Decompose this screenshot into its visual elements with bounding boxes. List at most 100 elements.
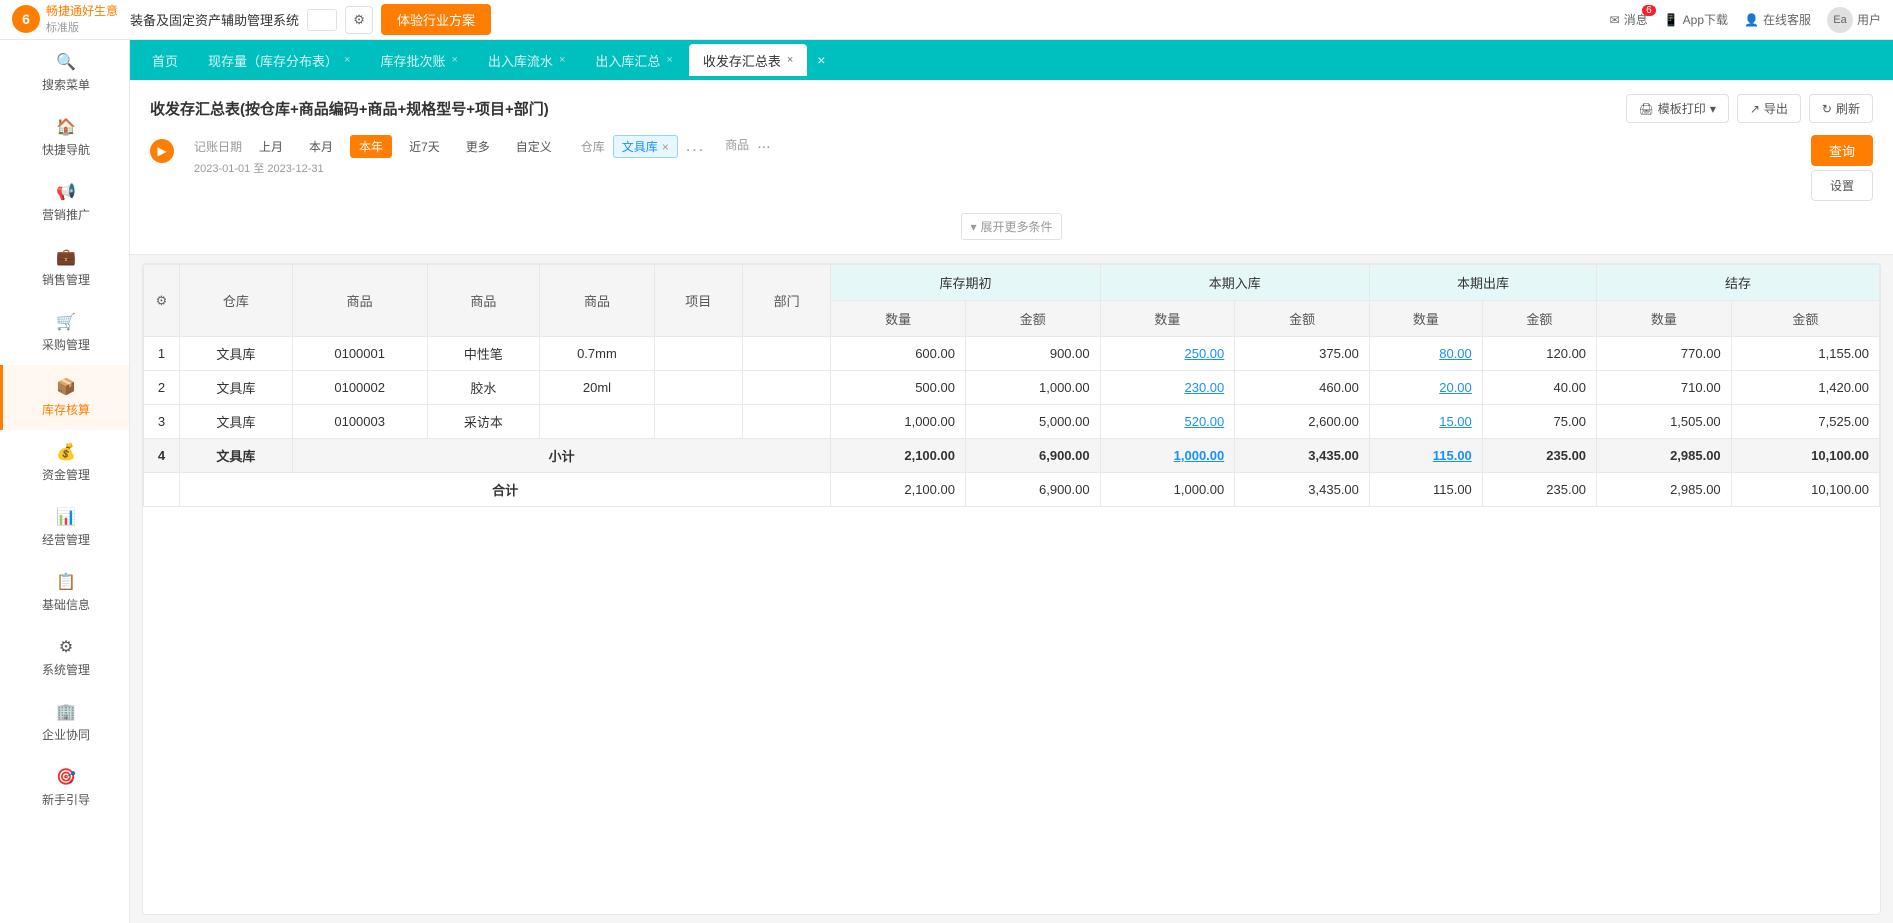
newbie-icon: 🎯: [56, 767, 76, 787]
row-opening-qty: 1,000.00: [831, 405, 966, 439]
col-out-amt-header: 金额: [1482, 301, 1596, 337]
sidebar-item-basic[interactable]: 📋 基础信息: [0, 560, 129, 625]
tab-inout-flow-close[interactable]: ×: [559, 54, 565, 66]
warehouse-more-dots[interactable]: ...: [686, 138, 705, 156]
brand-name: 畅捷通好生意: [46, 4, 118, 18]
total-out-qty: 115.00: [1369, 473, 1482, 507]
query-button[interactable]: 查询: [1811, 135, 1873, 166]
in-qty-link[interactable]: 520.00: [1184, 414, 1224, 429]
row-in-amt: 2,600.00: [1235, 405, 1370, 439]
chevron-down-icon: ▾: [1710, 102, 1716, 116]
sidebar-item-enterprise[interactable]: 🏢 企业协同: [0, 690, 129, 755]
sidebar-item-purchase[interactable]: 🛒 采购管理: [0, 300, 129, 365]
sidebar-item-quicknav[interactable]: 🏠 快捷导航: [0, 105, 129, 170]
sidebar-item-operation[interactable]: 📊 经营管理: [0, 495, 129, 560]
tab-inout-summary-close[interactable]: ×: [666, 54, 672, 66]
out-qty-link[interactable]: 20.00: [1439, 380, 1472, 395]
refresh-icon: ↻: [1822, 102, 1832, 116]
filter-custom[interactable]: 自定义: [507, 135, 561, 158]
filter-more[interactable]: 更多: [457, 135, 499, 158]
filter-7days[interactable]: 近7天: [400, 135, 449, 158]
row-warehouse: 文具库: [180, 337, 293, 371]
query-actions: 查询 设置: [1811, 135, 1873, 201]
in-qty-link[interactable]: 250.00: [1184, 346, 1224, 361]
col-in-amt-header: 金额: [1235, 301, 1370, 337]
subtotal-closing-qty: 2,985.00: [1597, 439, 1732, 473]
tab-inout-flow[interactable]: 出入库流水 ×: [474, 44, 579, 76]
sidebar-label-operation: 经营管理: [42, 531, 90, 548]
top-settings-button[interactable]: ⚙: [345, 6, 373, 34]
sidebar-item-finance[interactable]: 💰 资金管理: [0, 430, 129, 495]
row-no: 1: [144, 337, 180, 371]
tab-inout-summary-label: 出入库汇总: [595, 51, 660, 70]
filter-warehouse-section: 仓库 文具库 × ...: [581, 135, 705, 158]
col-out-qty-header: 数量: [1369, 301, 1482, 337]
sidebar-item-search[interactable]: 🔍 搜索菜单: [0, 40, 129, 105]
page-title-row: 收发存汇总表(按仓库+商品编码+商品+规格型号+项目+部门) 🖨 模板打印 ▾ …: [150, 94, 1873, 123]
filter-toggle[interactable]: ▶: [150, 139, 174, 163]
trial-button[interactable]: 体验行业方案: [381, 4, 491, 35]
row-out-qty: 15.00: [1369, 405, 1482, 439]
sidebar-item-sales[interactable]: 💼 销售管理: [0, 235, 129, 300]
subtotal-out-qty-link[interactable]: 115.00: [1433, 448, 1472, 463]
row-closing-qty: 770.00: [1597, 337, 1732, 371]
sidebar-item-system[interactable]: ⚙ 系统管理: [0, 625, 129, 690]
row-no: 2: [144, 371, 180, 405]
app-download-label: App下载: [1683, 11, 1728, 28]
sidebar-item-newbie[interactable]: 🎯 新手引导: [0, 755, 129, 820]
warehouse-tag[interactable]: 文具库 ×: [613, 135, 678, 158]
expand-more-button[interactable]: ▾ 展开更多条件: [961, 213, 1061, 240]
row-product-spec: 0.7mm: [540, 337, 654, 371]
table-row: 1 文具库 0100001 中性笔 0.7mm 600.00 900.00 25…: [144, 337, 1880, 371]
row-product-name: 胶水: [427, 371, 540, 405]
sidebar-label-inventory: 库存核算: [42, 401, 90, 418]
col-product-name-header: 商品: [427, 265, 540, 337]
total-opening-qty: 2,100.00: [831, 473, 966, 507]
subtotal-in-qty-link[interactable]: 1,000.00: [1174, 448, 1225, 463]
system-select[interactable]: [307, 9, 337, 31]
tab-home[interactable]: 首页: [138, 44, 192, 76]
set-button[interactable]: 设置: [1811, 170, 1873, 201]
subtotal-out-amt: 235.00: [1482, 439, 1596, 473]
out-qty-link[interactable]: 80.00: [1439, 346, 1472, 361]
filter-date-section: 记账日期 上月 本月 本年 近7天 更多 自定义 2023-01-01 至 20…: [194, 135, 561, 176]
top-bar: 6 畅捷通好生意 标准版 装备及固定资产辅助管理系统 ⚙ 体验行业方案 ✉ 消息…: [0, 0, 1893, 40]
finance-icon: 💰: [56, 442, 76, 462]
product-more-dots[interactable]: ...: [757, 135, 770, 153]
row-opening-amt: 1,000.00: [965, 371, 1100, 405]
sidebar-item-inventory[interactable]: 📦 库存核算: [0, 365, 129, 430]
filter-this-month[interactable]: 本月: [300, 135, 342, 158]
tab-recv-summary[interactable]: 收发存汇总表 ×: [689, 44, 807, 76]
tab-stock-dist[interactable]: 现存量（库存分布表） ×: [194, 44, 364, 76]
out-qty-link[interactable]: 15.00: [1439, 414, 1472, 429]
tab-stock-dist-close[interactable]: ×: [344, 54, 350, 66]
purchase-icon: 🛒: [56, 312, 76, 332]
warehouse-tag-close[interactable]: ×: [662, 140, 669, 154]
tab-inout-summary[interactable]: 出入库汇总 ×: [581, 44, 686, 76]
tab-recv-summary-close[interactable]: ×: [787, 54, 793, 66]
main-layout: 🔍 搜索菜单 🏠 快捷导航 📢 营销推广 💼 销售管理 🛒 采购管理 📦 库存核…: [0, 40, 1893, 923]
brand-info: 畅捷通好生意 标准版: [46, 4, 118, 34]
total-out-amt: 235.00: [1482, 473, 1596, 507]
row-in-qty: 520.00: [1100, 405, 1235, 439]
in-qty-link[interactable]: 230.00: [1184, 380, 1224, 395]
tab-batch[interactable]: 库存批次账 ×: [366, 44, 471, 76]
table-settings-icon[interactable]: ⚙: [156, 293, 168, 308]
messages-button[interactable]: ✉ 消息 6: [1610, 11, 1648, 28]
online-service-button[interactable]: 👤 在线客服: [1744, 11, 1811, 28]
print-button[interactable]: 🖨 模板打印 ▾: [1626, 94, 1729, 123]
sidebar-label-system: 系统管理: [42, 661, 90, 678]
filter-this-year[interactable]: 本年: [350, 135, 392, 158]
sidebar-label-sales: 销售管理: [42, 271, 90, 288]
tab-batch-close[interactable]: ×: [451, 54, 457, 66]
export-button[interactable]: ↗ 导出: [1737, 94, 1801, 123]
refresh-button[interactable]: ↻ 刷新: [1809, 94, 1873, 123]
app-download-button[interactable]: 📱 App下载: [1664, 11, 1728, 28]
sidebar-item-marketing[interactable]: 📢 营销推广: [0, 170, 129, 235]
total-empty-1: [144, 473, 180, 507]
filter-last-month[interactable]: 上月: [250, 135, 292, 158]
table-wrapper: ⚙ 仓库 商品 商品 商品 项目 部门 库存期初 本期入库 本期出库 结存: [142, 263, 1881, 915]
tab-bar-close[interactable]: ×: [817, 52, 825, 68]
service-icon: 👤: [1744, 13, 1759, 27]
user-menu[interactable]: Ea 用户: [1827, 7, 1881, 33]
